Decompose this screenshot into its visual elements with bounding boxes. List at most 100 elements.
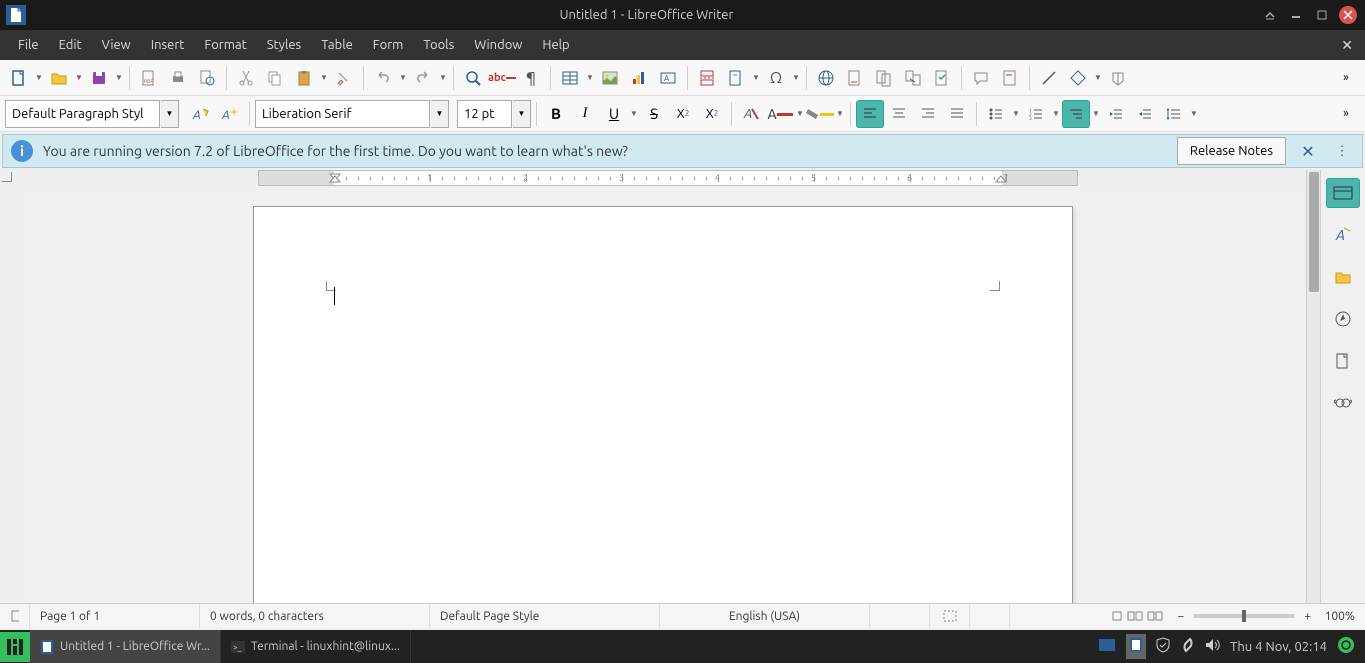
draw-functions-button[interactable] [1104,64,1132,92]
menu-table[interactable]: Table [311,33,363,57]
show-trackchanges-button[interactable] [996,64,1024,92]
decrease-indent-button[interactable] [1131,100,1159,128]
menu-insert[interactable]: Insert [141,33,195,57]
vertical-ruler[interactable] [0,170,18,603]
menu-format[interactable]: Format [194,33,256,57]
new-dropdown[interactable]: ▼ [34,73,44,82]
sidebar-styles-button[interactable]: A [1326,220,1360,250]
track-changes-button[interactable] [928,64,956,92]
redo-button[interactable] [409,64,437,92]
strikethrough-button[interactable]: S [640,100,668,128]
insert-crossref-button[interactable] [899,64,927,92]
save-status-icon[interactable] [0,604,30,628]
menu-file[interactable]: File [8,33,49,57]
line-spacing-button[interactable] [1160,100,1188,128]
save-button[interactable] [85,64,113,92]
shield-tray-icon[interactable] [1156,637,1170,656]
subscript-button[interactable]: X2 [698,100,726,128]
field-dropdown[interactable]: ▼ [751,73,761,82]
sidebar-page-button[interactable] [1326,346,1360,376]
release-notes-button[interactable]: Release Notes [1177,137,1286,165]
new-button[interactable] [5,64,33,92]
basic-shapes-button[interactable] [1064,64,1092,92]
menu-form[interactable]: Form [363,33,414,57]
clock-tray[interactable]: Thu 4 Nov, 02:14 [1230,640,1327,654]
spellcheck-button[interactable]: abc [488,64,516,92]
font-color-button[interactable]: A [766,100,794,128]
bullet-list-button[interactable] [982,100,1010,128]
minimize-button[interactable] [1287,6,1305,24]
writer-tray-icon[interactable] [1126,634,1146,659]
volume-tray-icon[interactable] [1204,638,1220,655]
align-left-button[interactable] [856,100,884,128]
page-style-status[interactable]: Default Page Style [430,604,660,628]
font-name-combo[interactable]: Liberation Serif [255,100,430,128]
table-dropdown[interactable]: ▼ [585,73,595,82]
sidebar-style-inspector-button[interactable] [1326,388,1360,418]
keep-above-button[interactable] [1261,6,1279,24]
start-menu-button[interactable] [0,632,30,662]
taskbar-terminal-button[interactable]: >_ Terminal - linuxhint@linux... [221,630,411,663]
font-size-dropdown[interactable]: ▼ [513,100,531,128]
symbol-dropdown[interactable]: ▼ [791,73,801,82]
print-preview-button[interactable] [193,64,221,92]
page[interactable] [253,206,1073,603]
taskbar-writer-button[interactable]: Untitled 1 - LibreOffice Wr... [30,630,221,663]
export-pdf-button[interactable]: PDF [135,64,163,92]
close-button[interactable] [1339,6,1357,24]
insert-field-button[interactable] [722,64,750,92]
document-canvas[interactable]: 1234567 [18,170,1306,603]
sidebar-properties-button[interactable] [1326,178,1360,208]
insert-pagebreak-button[interactable] [693,64,721,92]
word-count-status[interactable]: 0 words, 0 characters [200,604,430,628]
paste-dropdown[interactable]: ▼ [319,73,329,82]
insert-footnote-button[interactable] [841,64,869,92]
align-right-button[interactable] [914,100,942,128]
clone-formatting-button[interactable] [330,64,358,92]
bullet-dropdown[interactable]: ▼ [1011,109,1021,118]
signature-status[interactable] [970,604,1010,628]
font-color-dropdown[interactable]: ▼ [795,109,805,118]
outline-list-button[interactable] [1062,100,1090,128]
insert-hyperlink-button[interactable] [812,64,840,92]
paste-button[interactable] [290,64,318,92]
insert-table-button[interactable] [556,64,584,92]
redo-dropdown[interactable]: ▼ [438,73,448,82]
more-toolbar-button[interactable]: » [1332,64,1360,92]
clear-formatting-button[interactable]: A [737,100,765,128]
sidebar-gallery-button[interactable] [1326,262,1360,292]
menu-styles[interactable]: Styles [257,33,311,57]
cut-button[interactable] [232,64,260,92]
open-button[interactable] [45,64,73,92]
menu-help[interactable]: Help [532,33,579,57]
numbered-list-button[interactable]: 123 [1022,100,1050,128]
undo-button[interactable] [369,64,397,92]
formatting-marks-button[interactable]: ¶ [517,64,545,92]
info-close-button[interactable]: ✕ [1296,139,1320,163]
insert-symbol-button[interactable]: Ω [762,64,790,92]
increase-indent-button[interactable] [1102,100,1130,128]
paragraph-style-combo[interactable]: Default Paragraph Styl [5,100,160,128]
vertical-scrollbar[interactable] [1306,170,1320,603]
more-formatting-button[interactable]: » [1332,100,1360,128]
comment-button[interactable] [967,64,995,92]
italic-button[interactable]: I [571,100,599,128]
bold-button[interactable]: B [542,100,570,128]
sidebar-navigator-button[interactable] [1326,304,1360,334]
superscript-button[interactable]: X2 [669,100,697,128]
new-style-button[interactable]: A [216,100,244,128]
numbered-dropdown[interactable]: ▼ [1051,109,1061,118]
highlight-button[interactable] [806,100,834,128]
insert-mode-status[interactable] [870,604,930,628]
underline-dropdown[interactable]: ▼ [629,109,639,118]
insert-bookmark-button[interactable] [870,64,898,92]
show-desktop-button[interactable] [1098,638,1116,655]
close-doc-button[interactable]: ✕ [1337,33,1357,58]
zoom-slider[interactable] [1194,614,1294,618]
selection-mode-status[interactable] [930,604,970,628]
paragraph-style-dropdown[interactable]: ▼ [161,100,179,128]
line-spacing-dropdown[interactable]: ▼ [1189,109,1199,118]
zoom-in-button[interactable]: + [1300,604,1315,628]
font-name-dropdown[interactable]: ▼ [431,100,449,128]
maximize-button[interactable] [1313,6,1331,24]
